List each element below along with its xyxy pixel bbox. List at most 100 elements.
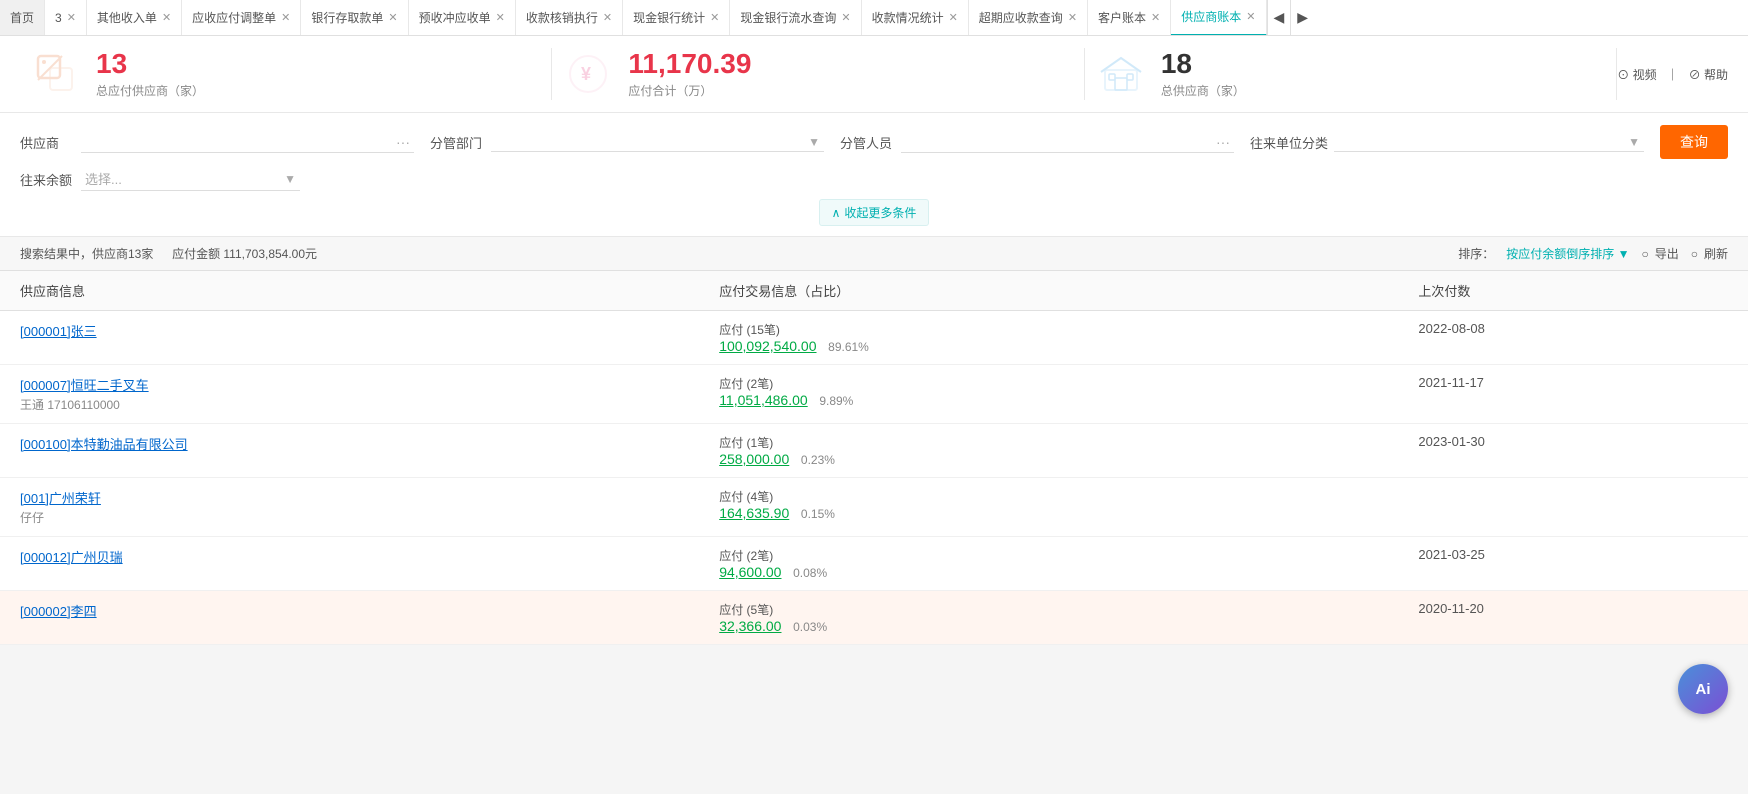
unit-class-input[interactable]	[1338, 134, 1624, 149]
summary-text-total-suppliers: 18 总供应商（家）	[1161, 49, 1245, 99]
table-row: [000012]广州贝瑞 应付 (2笔) 94,600.00 0.08% 202…	[0, 537, 1748, 591]
nav-tab-receipt-stat[interactable]: 收款情况统计 ✕	[862, 0, 969, 36]
person-dots-icon[interactable]: ···	[1216, 134, 1230, 150]
nav-tab-home-label: 首页	[10, 9, 34, 26]
nav-next-arrow[interactable]: ▶	[1290, 0, 1314, 36]
filter-item-balance: 往来余额 选择... ▼	[20, 167, 300, 191]
nav-tab-receipt-verify[interactable]: 收款核销执行 ✕	[516, 0, 623, 36]
help-link[interactable]: ⊘ 帮助	[1689, 66, 1728, 83]
dept-select-wrapper[interactable]: ▼	[491, 132, 824, 152]
sort-value-text: 按应付余额倒序排序	[1506, 247, 1614, 261]
dept-input[interactable]	[495, 134, 804, 149]
export-label: 导出	[1655, 245, 1679, 262]
nav-tab-3[interactable]: 3 ✕	[45, 0, 87, 36]
col-last-payment: 上次付数	[1398, 271, 1748, 311]
nav-tab-prepay-offset[interactable]: 预收冲应收单 ✕	[409, 0, 516, 36]
nav-tab-receipt-verify-close[interactable]: ✕	[603, 11, 612, 24]
filter-person-label: 分管人员	[840, 133, 895, 152]
table-cell-supplier: [000001]张三	[0, 311, 699, 365]
supplier-link-0[interactable]: [000001]张三	[20, 324, 97, 339]
ap-label: 应付 (1笔)	[719, 434, 1378, 451]
ap-amount[interactable]: 258,000.00	[719, 451, 789, 467]
nav-tab-ar-ap-adjust[interactable]: 应收应付调整单 ✕	[182, 0, 301, 36]
nav-tab-ar-ap-adjust-close[interactable]: ✕	[281, 11, 290, 24]
table-cell-ap-info: 应付 (2笔) 94,600.00 0.08%	[699, 537, 1398, 591]
balance-select-wrapper[interactable]: 选择... ▼	[81, 167, 300, 191]
table-cell-ap-info: 应付 (5笔) 32,366.00 0.03%	[699, 591, 1398, 645]
nav-tab-supplier-ledger[interactable]: 供应商账本 ✕	[1171, 0, 1266, 36]
sort-value[interactable]: 按应付余额倒序排序 ▼	[1506, 245, 1629, 262]
balance-chevron-icon: ▼	[284, 172, 296, 186]
ap-amount[interactable]: 164,635.90	[719, 505, 789, 521]
supplier-link-2[interactable]: [000100]本特勤油品有限公司	[20, 437, 188, 452]
table-cell-last-payment	[1398, 478, 1748, 537]
nav-tab-prepay-offset-label: 预收冲应收单	[419, 9, 491, 26]
nav-tab-overdue-ar[interactable]: 超期应收款查询 ✕	[969, 0, 1088, 36]
ap-pct: 0.08%	[793, 566, 827, 580]
nav-tab-cash-stat-label: 现金银行统计	[633, 9, 705, 26]
supplier-link-5[interactable]: [000002]李四	[20, 604, 97, 619]
nav-prev-arrow[interactable]: ◀	[1267, 0, 1291, 36]
ap-amount[interactable]: 100,092,540.00	[719, 338, 816, 354]
table-cell-ap-info: 应付 (1笔) 258,000.00 0.23%	[699, 424, 1398, 478]
refresh-button[interactable]: ○ 刷新	[1691, 245, 1728, 262]
nav-tab-home[interactable]: 首页	[0, 0, 45, 36]
supplier-link-1[interactable]: [000007]恒旺二手叉车	[20, 378, 149, 393]
nav-tab-overdue-ar-close[interactable]: ✕	[1068, 11, 1077, 24]
supplier-input[interactable]	[85, 134, 392, 149]
nav-tab-customer-ledger-close[interactable]: ✕	[1151, 11, 1160, 24]
nav-tab-bank-deposit-label: 银行存取款单	[311, 9, 383, 26]
unit-class-select-wrapper[interactable]: ▼	[1334, 132, 1644, 152]
refresh-icon: ○	[1691, 247, 1698, 261]
ap-amount[interactable]: 94,600.00	[719, 564, 781, 580]
result-info: 搜索结果中，供应商13家 应付金额 111,703,854.00元	[20, 245, 317, 262]
sort-label: 排序：	[1458, 245, 1494, 262]
nav-tab-cash-flow-close[interactable]: ✕	[841, 11, 850, 24]
supplier-sub-info: 仔仔	[20, 509, 679, 526]
nav-tab-supplier-ledger-close[interactable]: ✕	[1246, 10, 1255, 23]
last-payment-date: 2020-11-20	[1418, 601, 1484, 616]
table-header: 供应商信息 应付交易信息（占比） 上次付数	[0, 271, 1748, 311]
filter-area: 供应商 ··· 分管部门 ▼ 分管人员 ··· 往来单位分类 ▼	[0, 113, 1748, 237]
nav-tab-receipt-stat-close[interactable]: ✕	[949, 11, 958, 24]
nav-tab-customer-ledger[interactable]: 客户账本 ✕	[1088, 0, 1171, 36]
top-right-links: ⊙ 视频 ｜ ⊘ 帮助	[1617, 66, 1728, 83]
video-link[interactable]: ⊙ 视频	[1617, 66, 1656, 83]
nav-tab-overdue-ar-label: 超期应收款查询	[979, 9, 1063, 26]
ap-amount[interactable]: 11,051,486.00	[719, 392, 808, 408]
supplier-dots-icon[interactable]: ···	[396, 134, 410, 150]
last-payment-date: 2021-11-17	[1418, 375, 1484, 390]
export-button[interactable]: ○ 导出	[1641, 245, 1678, 262]
nav-tab-supplier-ledger-label: 供应商账本	[1181, 8, 1241, 25]
nav-tab-3-close[interactable]: ✕	[67, 11, 76, 24]
nav-tab-bank-deposit[interactable]: 银行存取款单 ✕	[301, 0, 408, 36]
nav-tab-prepay-offset-close[interactable]: ✕	[496, 11, 505, 24]
ap-amount[interactable]: 32,366.00	[719, 618, 781, 634]
nav-tab-3-label: 3	[55, 11, 62, 25]
table-cell-supplier: [000007]恒旺二手叉车王通 17106110000	[0, 365, 699, 424]
ap-label: 应付 (2笔)	[719, 547, 1378, 564]
collapse-button[interactable]: ∧ 收起更多条件	[819, 199, 930, 226]
query-button[interactable]: 查询	[1660, 125, 1728, 159]
table-cell-supplier: [000012]广州贝瑞	[0, 537, 699, 591]
supplier-link-4[interactable]: [000012]广州贝瑞	[20, 550, 123, 565]
nav-tab-cash-stat-close[interactable]: ✕	[710, 11, 719, 24]
payable-suppliers-label: 总应付供应商（家）	[96, 82, 204, 99]
ai-button[interactable]: Ai	[1678, 664, 1728, 714]
nav-tab-other-income-close[interactable]: ✕	[162, 11, 171, 24]
collapse-label: 收起更多条件	[844, 204, 916, 221]
supplier-link-3[interactable]: [001]广州荣轩	[20, 491, 101, 506]
summary-bar: 13 总应付供应商（家） ¥ 11,170.39 应付合计（万） 1	[0, 36, 1748, 113]
nav-tab-cash-stat[interactable]: 现金银行统计 ✕	[623, 0, 730, 36]
person-input[interactable]	[905, 134, 1212, 149]
data-table: 供应商信息 应付交易信息（占比） 上次付数 [000001]张三 应付 (15笔…	[0, 271, 1748, 645]
ap-label: 应付 (2笔)	[719, 375, 1378, 392]
nav-tab-cash-flow[interactable]: 现金银行流水查询 ✕	[730, 0, 861, 36]
table-cell-last-payment: 2023-01-30	[1398, 424, 1748, 478]
payable-suppliers-count: 13	[96, 49, 204, 80]
filter-unit-class-label: 往来单位分类	[1250, 133, 1328, 152]
sort-area: 排序： 按应付余额倒序排序 ▼ ○ 导出 ○ 刷新	[1458, 245, 1728, 262]
refresh-label: 刷新	[1704, 245, 1728, 262]
nav-tab-bank-deposit-close[interactable]: ✕	[388, 11, 397, 24]
nav-tab-other-income[interactable]: 其他收入单 ✕	[87, 0, 182, 36]
